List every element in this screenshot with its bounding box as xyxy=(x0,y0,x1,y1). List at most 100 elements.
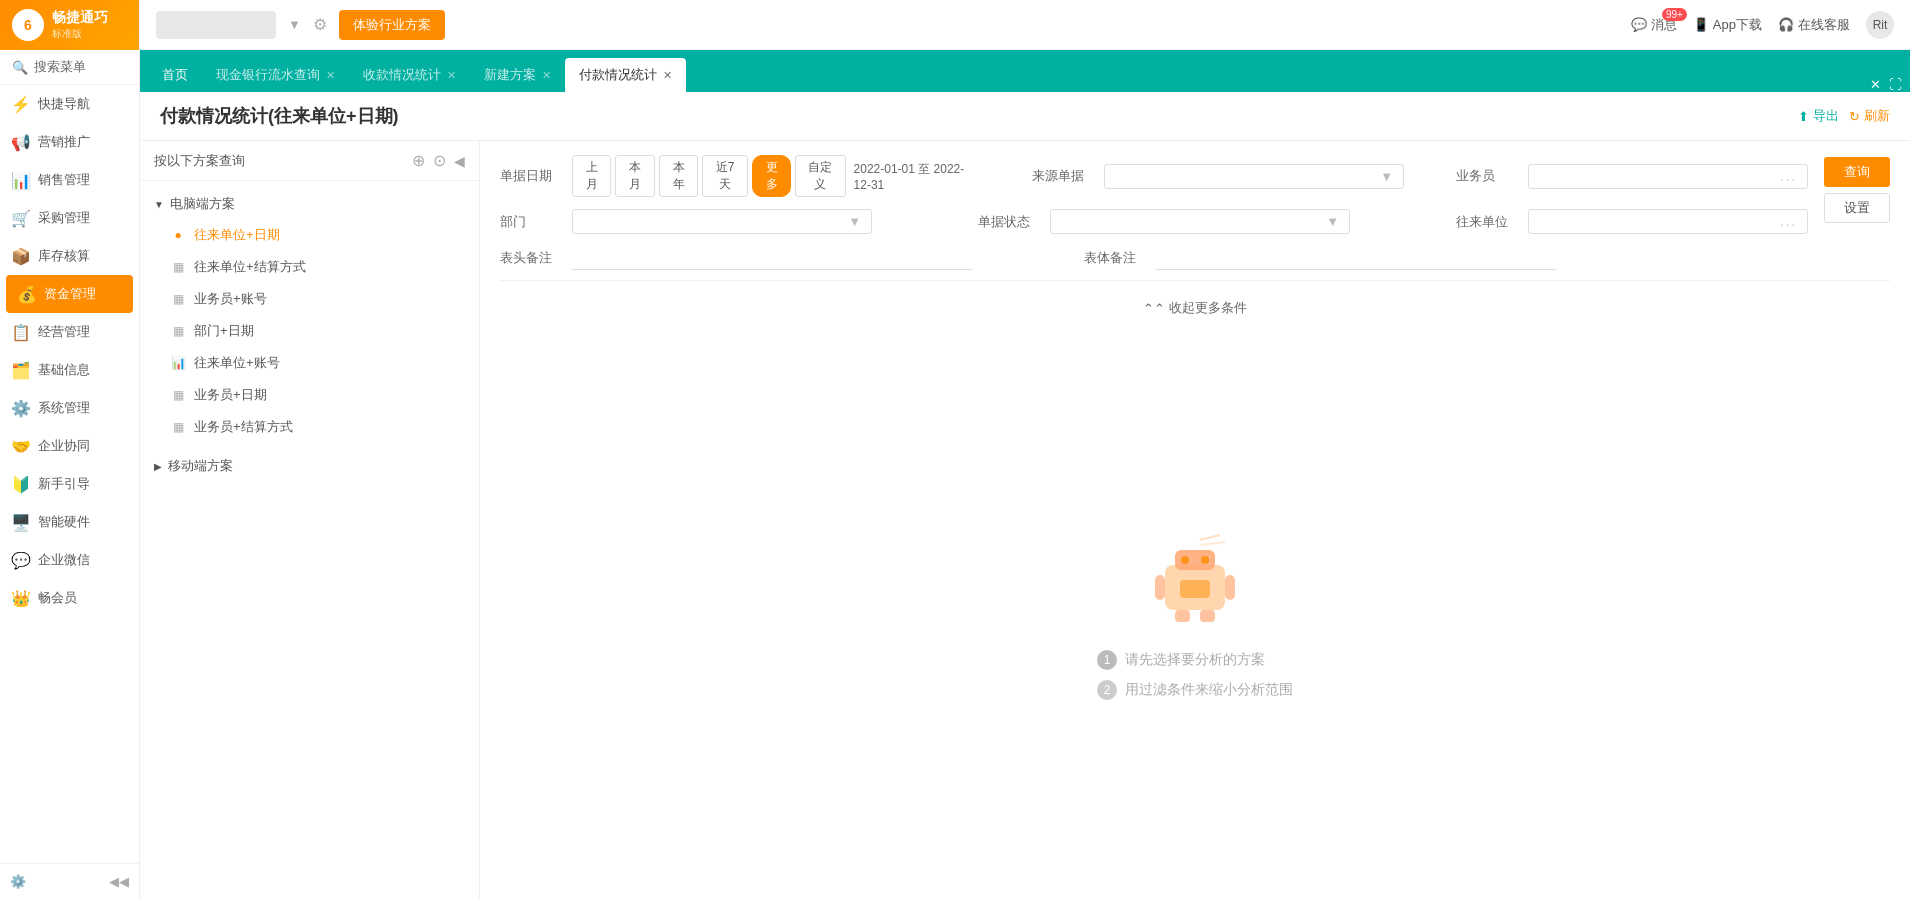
logo-name: 畅捷通巧 xyxy=(52,9,108,27)
sidebar-item-wechat[interactable]: 💬 企业微信 xyxy=(0,541,139,579)
collapse-label: 收起更多条件 xyxy=(1169,299,1247,317)
filter-area: 单据日期 上月 本月 本年 近7天 更多 自定义 2022-01-01 至 20… xyxy=(480,141,1910,331)
filter-row-1: 单据日期 上月 本月 本年 近7天 更多 自定义 2022-01-01 至 20… xyxy=(500,155,1808,197)
body-remark-input[interactable] xyxy=(1156,246,1556,270)
app-download-btn[interactable]: 📱 App下载 xyxy=(1693,16,1762,34)
svg-rect-5 xyxy=(1155,575,1165,600)
add-scheme-icon[interactable]: ⊕ xyxy=(412,151,425,170)
sidebar-item-guide[interactable]: 🔰 新手引导 xyxy=(0,465,139,503)
this-year-btn[interactable]: 本年 xyxy=(659,155,698,197)
custom-date-btn[interactable]: 自定义 xyxy=(795,155,845,197)
user-profile[interactable]: Rit xyxy=(1866,11,1894,39)
export-btn[interactable]: ⬆ 导出 xyxy=(1798,107,1839,125)
scheme-table-icon: ▦ xyxy=(170,259,186,275)
scheme-staff-date[interactable]: ▦ 业务员+日期 xyxy=(140,379,479,411)
scheme-item-label: 往来单位+日期 xyxy=(194,226,280,244)
payment-stats-tab-close[interactable]: ✕ xyxy=(663,69,672,82)
setting-btn[interactable]: 设置 xyxy=(1824,193,1890,223)
scheme-item-label: 往来单位+结算方式 xyxy=(194,258,306,276)
dept-select[interactable]: ▼ xyxy=(572,209,872,234)
svg-rect-6 xyxy=(1225,575,1235,600)
receipt-stats-tab-label: 收款情况统计 xyxy=(363,66,441,84)
last-month-btn[interactable]: 上月 xyxy=(572,155,611,197)
sidebar-item-finance[interactable]: 💰 资金管理 xyxy=(6,275,133,313)
refresh-btn[interactable]: ↻ 刷新 xyxy=(1849,107,1890,125)
receipt-stats-tab-close[interactable]: ✕ xyxy=(447,69,456,82)
sidebar-item-operations[interactable]: 📋 经营管理 xyxy=(0,313,139,351)
partner-select[interactable]: ... xyxy=(1528,209,1808,234)
source-select[interactable]: ▼ xyxy=(1104,164,1404,189)
tab-receipt-stats[interactable]: 收款情况统计 ✕ xyxy=(349,58,470,92)
sidebar-item-hardware[interactable]: 🖥️ 智能硬件 xyxy=(0,503,139,541)
mobile-scheme-group[interactable]: ▶ 移动端方案 xyxy=(140,451,479,481)
sidebar-item-label: 营销推广 xyxy=(38,133,90,151)
collapse-sidebar-icon[interactable]: ◀◀ xyxy=(109,874,129,889)
topbar-dropdown-icon[interactable]: ▼ xyxy=(288,17,301,32)
sidebar-item-member[interactable]: 👑 畅会员 xyxy=(0,579,139,617)
date-range-display: 2022-01-01 至 2022-12-31 xyxy=(854,161,981,192)
collapse-filter-btn[interactable]: ⌃⌃ 收起更多条件 xyxy=(500,299,1890,317)
online-service-btn[interactable]: 🎧 在线客服 xyxy=(1778,16,1850,34)
industry-btn[interactable]: 体验行业方案 xyxy=(339,10,445,40)
header-remark-input[interactable] xyxy=(572,246,972,270)
messages-btn[interactable]: 💬 消息 99+ xyxy=(1631,16,1677,34)
right-panel: 单据日期 上月 本月 本年 近7天 更多 自定义 2022-01-01 至 20… xyxy=(480,141,1910,899)
topbar-settings-icon[interactable]: ⚙ xyxy=(313,15,327,34)
content-area: 按以下方案查询 ⊕ ⊙ ◀ ▼ 电脑端方案 ● 往来单位+日期 ▦ xyxy=(140,141,1910,899)
close-all-icon[interactable]: ✕ xyxy=(1870,77,1881,92)
page-header: 付款情况统计(往来单位+日期) ⬆ 导出 ↻ 刷新 xyxy=(140,92,1910,141)
sidebar-item-system[interactable]: ⚙️ 系统管理 xyxy=(0,389,139,427)
bill-status-select[interactable]: ▼ xyxy=(1050,209,1350,234)
svg-line-9 xyxy=(1200,535,1220,540)
empty-tip-1: 1 请先选择要分析的方案 xyxy=(1097,650,1293,670)
desktop-scheme-group[interactable]: ▼ 电脑端方案 xyxy=(140,189,479,219)
staff-filter-label: 业务员 xyxy=(1456,167,1512,185)
sidebar-item-sales[interactable]: 📊 销售管理 xyxy=(0,161,139,199)
scheme-dept-date[interactable]: ▦ 部门+日期 xyxy=(140,315,479,347)
collapse-panel-icon[interactable]: ◀ xyxy=(454,153,465,169)
topbar-right: 💬 消息 99+ 📱 App下载 🎧 在线客服 Rit xyxy=(1631,11,1894,39)
bill-status-dropdown-icon: ▼ xyxy=(1326,214,1339,229)
sidebar-logo: 6 畅捷通巧 标准版 xyxy=(0,0,139,50)
tab-cash-flow[interactable]: 现金银行流水查询 ✕ xyxy=(202,58,349,92)
query-btn[interactable]: 查询 xyxy=(1824,157,1890,187)
cash-flow-tab-close[interactable]: ✕ xyxy=(326,69,335,82)
sidebar-item-purchase[interactable]: 🛒 采购管理 xyxy=(0,199,139,237)
sidebar-item-inventory[interactable]: 📦 库存核算 xyxy=(0,237,139,275)
scheme-item-label: 部门+日期 xyxy=(194,322,254,340)
sidebar-item-quick-nav[interactable]: ⚡ 快捷导航 xyxy=(0,85,139,123)
tab-payment-stats[interactable]: 付款情况统计 ✕ xyxy=(565,58,686,92)
sidebar-item-marketing[interactable]: 📢 营销推广 xyxy=(0,123,139,161)
operations-icon: 📋 xyxy=(12,323,30,341)
scheme-unit-account[interactable]: 📊 往来单位+账号 xyxy=(140,347,479,379)
settings-icon[interactable]: ⚙️ xyxy=(10,874,26,889)
tip-text-2: 用过滤条件来缩小分析范围 xyxy=(1125,681,1293,699)
basic-info-icon: 🗂️ xyxy=(12,361,30,379)
tab-new-scheme[interactable]: 新建方案 ✕ xyxy=(470,58,565,92)
scheme-active-icon: ● xyxy=(170,227,186,243)
sidebar-item-cooperation[interactable]: 🤝 企业协同 xyxy=(0,427,139,465)
empty-illustration xyxy=(1145,530,1245,630)
more-date-btn[interactable]: 更多 xyxy=(752,155,791,197)
search-menu[interactable]: 🔍 搜索菜单 xyxy=(0,50,139,85)
sidebar-item-basic-info[interactable]: 🗂️ 基础信息 xyxy=(0,351,139,389)
sidebar-item-label: 系统管理 xyxy=(38,399,90,417)
new-scheme-tab-close[interactable]: ✕ xyxy=(542,69,551,82)
app-download-label: App下载 xyxy=(1713,16,1762,34)
scheme-staff-settle[interactable]: ▦ 业务员+结算方式 xyxy=(140,411,479,443)
scheme-unit-date[interactable]: ● 往来单位+日期 xyxy=(140,219,479,251)
scheme-staff-account[interactable]: ▦ 业务员+账号 xyxy=(140,283,479,315)
staff-select[interactable]: ... xyxy=(1528,164,1808,189)
download-icon: 📱 xyxy=(1693,17,1709,32)
topbar: ▼ ⚙ 体验行业方案 💬 消息 99+ 📱 App下载 🎧 在线客服 Rit xyxy=(140,0,1910,50)
settings-scheme-icon[interactable]: ⊙ xyxy=(433,151,446,170)
scheme-item-label: 往来单位+账号 xyxy=(194,354,280,372)
scheme-unit-settle[interactable]: ▦ 往来单位+结算方式 xyxy=(140,251,479,283)
service-icon: 🎧 xyxy=(1778,17,1794,32)
tab-home[interactable]: 首页 xyxy=(148,58,202,92)
maximize-icon[interactable]: ⛶ xyxy=(1889,77,1902,92)
last-7-btn[interactable]: 近7天 xyxy=(702,155,747,197)
scheme-table-icon5: ▦ xyxy=(170,419,186,435)
this-month-btn[interactable]: 本月 xyxy=(615,155,654,197)
sidebar-item-label: 畅会员 xyxy=(38,589,77,607)
